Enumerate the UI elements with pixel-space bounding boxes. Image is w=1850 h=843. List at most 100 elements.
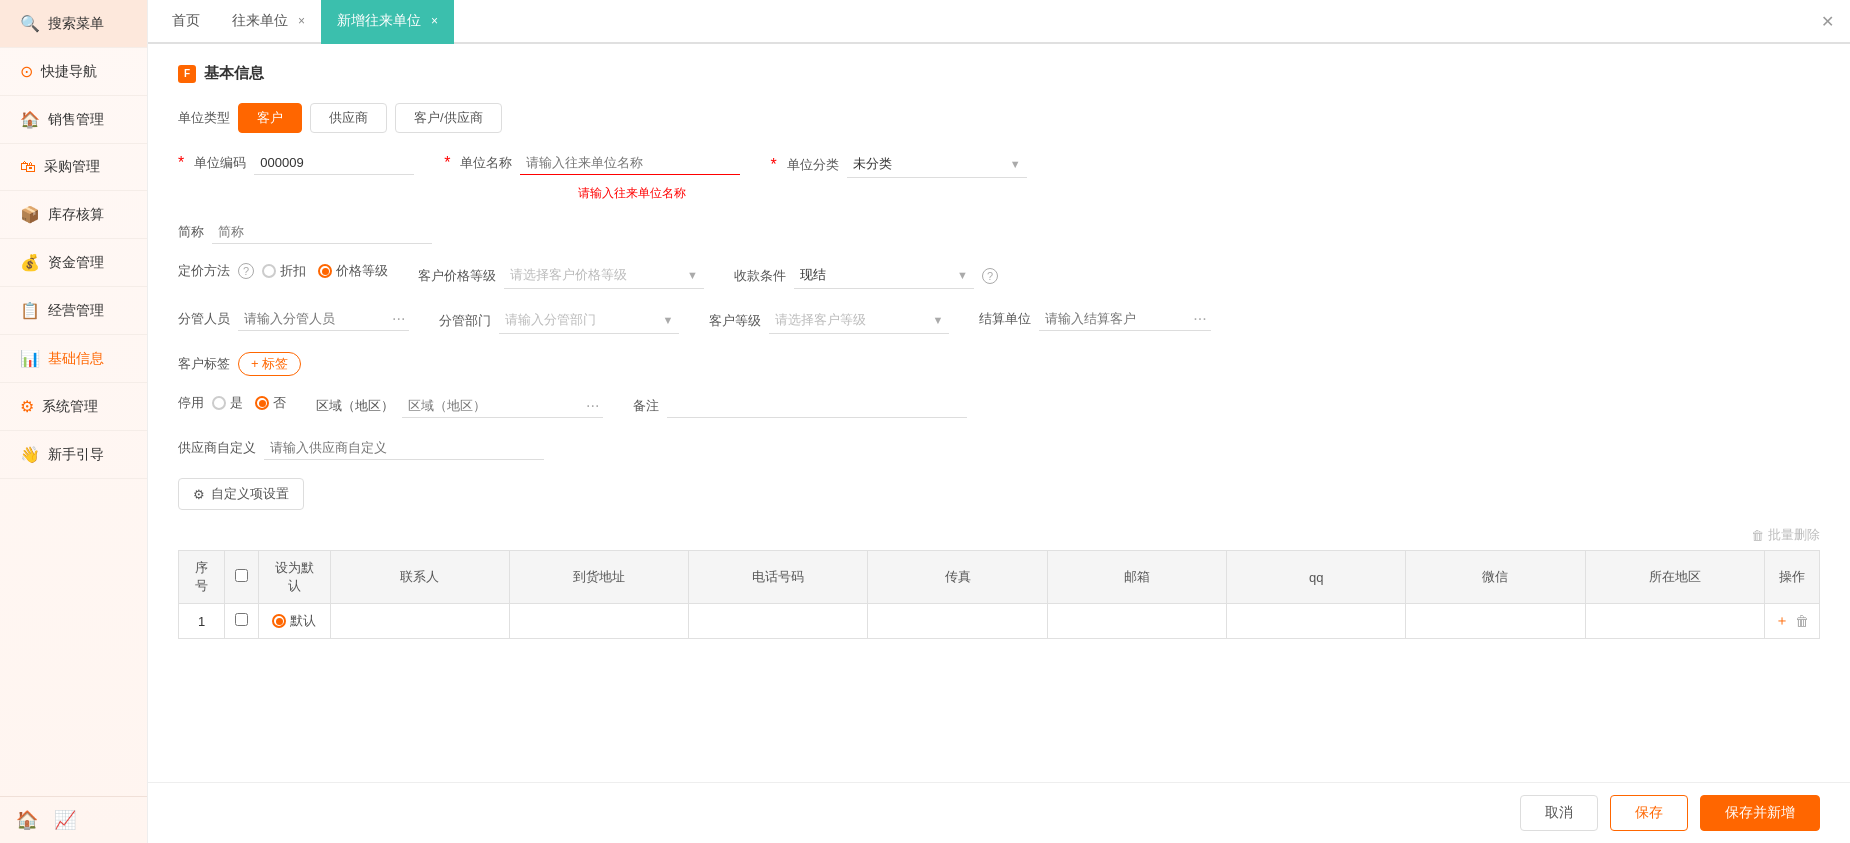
customer-level-label: 客户等级 <box>709 312 761 330</box>
unit-code-label: 单位编码 <box>194 154 246 172</box>
sidebar-home-icon[interactable]: 🏠 <box>16 809 38 831</box>
discount-radio-circle <box>262 264 276 278</box>
disabled-no-circle <box>255 396 269 410</box>
unit-name-label: 单位名称 <box>460 154 512 172</box>
row-wechat-input[interactable] <box>1416 614 1574 629</box>
disabled-no-radio[interactable]: 否 <box>255 394 286 412</box>
tab-new-partner-close[interactable]: × <box>431 14 438 28</box>
unit-type-supplier-btn[interactable]: 供应商 <box>310 103 387 133</box>
tab-partners-close[interactable]: × <box>298 14 305 28</box>
remarks-input[interactable] <box>667 394 967 418</box>
newbie-icon: 👋 <box>20 445 40 464</box>
cancel-button[interactable]: 取消 <box>1520 795 1598 831</box>
pricing-row: 定价方法 ? 折扣 价格等级 客户价格等级 请选择客户价格等级 <box>178 262 1820 289</box>
short-name-label: 简称 <box>178 223 204 241</box>
sidebar-item-label: 经营管理 <box>48 302 104 320</box>
sidebar-chart-icon[interactable]: 📈 <box>54 809 76 831</box>
region-more-btn[interactable]: ··· <box>582 397 603 415</box>
sidebar-item-finance[interactable]: 💰 资金管理 <box>0 239 147 287</box>
customer-price-level-select[interactable]: 请选择客户价格等级 ▼ <box>504 262 704 289</box>
settlement-more-btn[interactable]: ··· <box>1189 310 1210 328</box>
batch-delete-label[interactable]: 批量删除 <box>1768 526 1820 544</box>
sidebar-item-base-info[interactable]: 📊 基础信息 <box>0 335 147 383</box>
col-default: 设为默认 <box>259 551 331 604</box>
sidebar-item-operations[interactable]: 📋 经营管理 <box>0 287 147 335</box>
sidebar-item-inventory[interactable]: 📦 库存核算 <box>0 191 147 239</box>
system-icon: ⚙ <box>20 397 34 416</box>
tab-new-partner[interactable]: 新增往来单位 × <box>321 0 454 44</box>
row-fax-input[interactable] <box>878 614 1036 629</box>
department-select[interactable]: 请输入分管部门 ▼ <box>499 307 679 334</box>
select-all-checkbox[interactable] <box>235 569 248 582</box>
supplier-custom-label: 供应商自定义 <box>178 439 256 457</box>
row-default-cell: 默认 <box>259 604 331 639</box>
sidebar-item-search[interactable]: 🔍 搜索菜单 <box>0 0 147 48</box>
pricing-method-group: 定价方法 ? 折扣 价格等级 <box>178 262 388 280</box>
sidebar-item-label: 基础信息 <box>48 350 104 368</box>
sidebar-item-newbie[interactable]: 👋 新手引导 <box>0 431 147 479</box>
tab-home-label: 首页 <box>172 12 200 30</box>
inventory-icon: 📦 <box>20 205 40 224</box>
sidebar-item-purchase[interactable]: 🛍 采购管理 <box>0 144 147 191</box>
disabled-yes-label: 是 <box>230 394 243 412</box>
sidebar-item-system[interactable]: ⚙ 系统管理 <box>0 383 147 431</box>
row-address-cell <box>509 604 688 639</box>
row-phone-input[interactable] <box>699 614 857 629</box>
unit-code-input[interactable] <box>254 151 414 175</box>
unit-category-label: 单位分类 <box>787 156 839 174</box>
custom-settings-label: 自定义项设置 <box>211 485 289 503</box>
row-region-input[interactable] <box>1596 614 1754 629</box>
row-default-radio[interactable]: 默认 <box>269 612 320 630</box>
col-contact: 联系人 <box>330 551 509 604</box>
pricing-level-radio[interactable]: 价格等级 <box>318 262 388 280</box>
save-button[interactable]: 保存 <box>1610 795 1688 831</box>
col-action: 操作 <box>1764 551 1819 604</box>
disabled-yes-radio[interactable]: 是 <box>212 394 243 412</box>
row-add-btn[interactable]: ＋ <box>1775 612 1789 630</box>
customer-level-select[interactable]: 请选择客户等级 ▼ <box>769 307 949 334</box>
window-close-button[interactable]: ✕ <box>1813 8 1842 35</box>
sidebar-item-quick-nav[interactable]: ⊙ 快捷导航 <box>0 48 147 96</box>
row-address-input[interactable] <box>520 614 678 629</box>
payment-terms-group: 收款条件 现结 ▼ ? <box>734 262 998 289</box>
manager-more-btn[interactable]: ··· <box>388 310 409 328</box>
unit-name-group: * 单位名称 请输入往来单位名称 <box>444 151 740 202</box>
settlement-unit-group: 结算单位 ··· <box>979 307 1210 331</box>
sidebar-item-label: 搜索菜单 <box>48 15 104 33</box>
col-address: 到货地址 <box>509 551 688 604</box>
unit-type-group: 单位类型 客户 供应商 客户/供应商 <box>178 103 502 133</box>
short-name-input[interactable] <box>212 220 432 244</box>
pricing-discount-radio[interactable]: 折扣 <box>262 262 306 280</box>
supplier-custom-input[interactable] <box>264 436 544 460</box>
col-region: 所在地区 <box>1585 551 1764 604</box>
custom-settings-btn[interactable]: ⚙ 自定义项设置 <box>178 478 304 510</box>
unit-name-input[interactable] <box>520 151 740 175</box>
customer-price-level-label: 客户价格等级 <box>418 267 496 285</box>
tab-partners[interactable]: 往来单位 × <box>216 0 321 44</box>
row-contact-input[interactable] <box>341 614 499 629</box>
sidebar-item-sales[interactable]: 🏠 销售管理 <box>0 96 147 144</box>
unit-type-both-btn[interactable]: 客户/供应商 <box>395 103 502 133</box>
table-row: 1 默认 <box>179 604 1820 639</box>
payment-question-icon[interactable]: ? <box>982 268 998 284</box>
region-input[interactable] <box>402 394 582 417</box>
row-email-input[interactable] <box>1058 614 1216 629</box>
save-new-button[interactable]: 保存并新增 <box>1700 795 1820 831</box>
pricing-question-icon[interactable]: ? <box>238 263 254 279</box>
code-name-cat-row: * 单位编码 * 单位名称 请输入往来单位名称 * 单位分类 未分类 ▼ <box>178 151 1820 202</box>
unit-category-select[interactable]: 未分类 ▼ <box>847 151 1027 178</box>
price-level-chevron: ▼ <box>687 269 698 281</box>
row-qq-input[interactable] <box>1237 614 1395 629</box>
row-email-cell <box>1047 604 1226 639</box>
add-tag-btn[interactable]: + 标签 <box>238 352 301 376</box>
row-delete-btn[interactable]: 🗑 <box>1795 613 1809 629</box>
payment-terms-select[interactable]: 现结 ▼ <box>794 262 974 289</box>
row-checkbox[interactable] <box>235 613 248 626</box>
col-checkbox <box>225 551 259 604</box>
manager-input[interactable] <box>238 307 388 330</box>
settlement-input[interactable] <box>1039 307 1189 330</box>
disabled-region-row: 停用 是 否 区域（地区） ··· <box>178 394 1820 418</box>
unit-type-customer-btn[interactable]: 客户 <box>238 103 302 133</box>
tab-home[interactable]: 首页 <box>156 0 216 44</box>
disabled-group: 停用 是 否 <box>178 394 286 412</box>
